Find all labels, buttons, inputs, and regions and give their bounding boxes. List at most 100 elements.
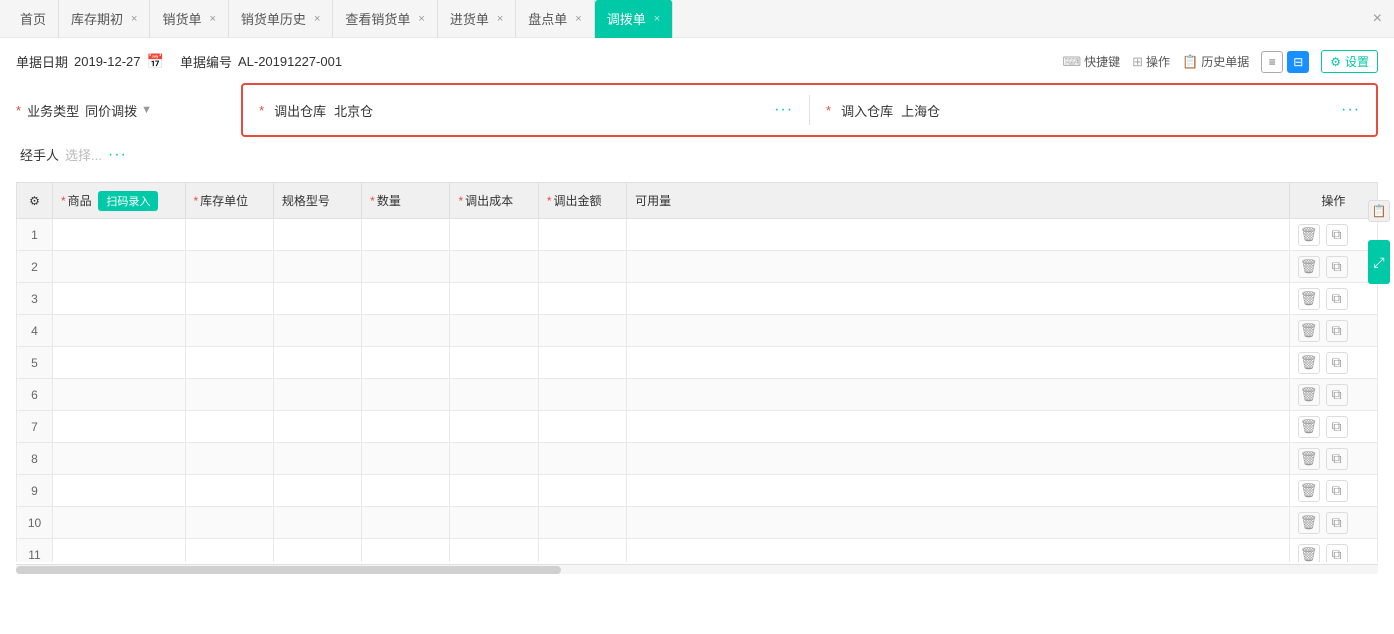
cost-cell[interactable] bbox=[450, 315, 538, 347]
tab-sales-order[interactable]: 销货单 × bbox=[150, 0, 228, 38]
tab-view-sales[interactable]: 查看销货单 × bbox=[333, 0, 437, 38]
qty-cell[interactable] bbox=[362, 283, 450, 315]
list-view-btn[interactable]: ≡ bbox=[1261, 51, 1283, 73]
product-cell[interactable] bbox=[53, 379, 186, 411]
delete-icon[interactable]: 🗑 bbox=[1298, 480, 1320, 502]
qty-cell[interactable] bbox=[362, 443, 450, 475]
spec-cell[interactable] bbox=[273, 315, 361, 347]
amount-cell[interactable] bbox=[538, 315, 626, 347]
copy-icon[interactable]: ⧉ bbox=[1326, 352, 1348, 374]
copy-icon[interactable]: ⧉ bbox=[1326, 544, 1348, 563]
product-cell[interactable] bbox=[53, 315, 186, 347]
delete-icon[interactable]: 🗑 bbox=[1298, 352, 1320, 374]
unit-cell[interactable] bbox=[185, 379, 273, 411]
unit-cell[interactable] bbox=[185, 443, 273, 475]
delete-icon[interactable]: 🗑 bbox=[1298, 544, 1320, 563]
amount-cell[interactable] bbox=[538, 443, 626, 475]
date-value[interactable]: 2019-12-27 bbox=[74, 54, 141, 69]
spec-cell[interactable] bbox=[273, 411, 361, 443]
qty-cell[interactable] bbox=[362, 507, 450, 539]
qty-cell[interactable] bbox=[362, 539, 450, 563]
in-warehouse-value[interactable]: 上海仓 bbox=[901, 101, 940, 120]
spec-cell[interactable] bbox=[273, 507, 361, 539]
tab-stocktake[interactable]: 盘点单 × bbox=[516, 0, 594, 38]
spec-cell[interactable] bbox=[273, 475, 361, 507]
copy-icon[interactable]: ⧉ bbox=[1326, 384, 1348, 406]
cost-cell[interactable] bbox=[450, 507, 538, 539]
close-inventory-init[interactable]: × bbox=[131, 13, 137, 25]
cost-cell[interactable] bbox=[450, 283, 538, 315]
out-warehouse-more[interactable]: ··· bbox=[774, 101, 793, 119]
delete-icon[interactable]: 🗑 bbox=[1298, 448, 1320, 470]
amount-cell[interactable] bbox=[538, 219, 626, 251]
handler-more[interactable]: ··· bbox=[108, 146, 127, 164]
copy-icon[interactable]: ⧉ bbox=[1326, 320, 1348, 342]
qty-cell[interactable] bbox=[362, 347, 450, 379]
in-warehouse-more[interactable]: ··· bbox=[1341, 101, 1360, 119]
qty-cell[interactable] bbox=[362, 411, 450, 443]
handler-select[interactable]: 选择... bbox=[65, 145, 102, 164]
qty-cell[interactable] bbox=[362, 379, 450, 411]
cost-cell[interactable] bbox=[450, 219, 538, 251]
close-view-sales[interactable]: × bbox=[418, 13, 424, 25]
delete-icon[interactable]: 🗑 bbox=[1298, 416, 1320, 438]
cost-cell[interactable] bbox=[450, 347, 538, 379]
grid-view-btn[interactable]: ⊟ bbox=[1287, 51, 1309, 73]
delete-icon[interactable]: 🗑 bbox=[1298, 224, 1320, 246]
business-type-select[interactable]: 同价调拨 ▼ bbox=[85, 101, 225, 120]
cost-cell[interactable] bbox=[450, 475, 538, 507]
product-cell[interactable] bbox=[53, 347, 186, 379]
copy-icon[interactable]: ⧉ bbox=[1326, 512, 1348, 534]
horizontal-scrollbar[interactable] bbox=[16, 564, 1378, 574]
close-purchase-order[interactable]: × bbox=[497, 13, 503, 25]
amount-cell[interactable] bbox=[538, 507, 626, 539]
delete-icon[interactable]: 🗑 bbox=[1298, 512, 1320, 534]
settings-button[interactable]: ⚙ 设置 bbox=[1321, 50, 1378, 73]
spec-cell[interactable] bbox=[273, 379, 361, 411]
tab-home[interactable]: 首页 bbox=[8, 0, 59, 38]
qty-cell[interactable] bbox=[362, 475, 450, 507]
tab-sales-history[interactable]: 销货单历史 × bbox=[229, 0, 333, 38]
settings-col-header[interactable]: ⚙ bbox=[17, 183, 53, 219]
calendar-icon[interactable]: 📅 bbox=[147, 53, 164, 70]
amount-cell[interactable] bbox=[538, 539, 626, 563]
delete-icon[interactable]: 🗑 bbox=[1298, 320, 1320, 342]
amount-cell[interactable] bbox=[538, 411, 626, 443]
close-transfer[interactable]: × bbox=[654, 13, 660, 25]
unit-cell[interactable] bbox=[185, 283, 273, 315]
spec-cell[interactable] bbox=[273, 443, 361, 475]
product-cell[interactable] bbox=[53, 283, 186, 315]
product-cell[interactable] bbox=[53, 507, 186, 539]
shortcut-btn[interactable]: ⌨ 快捷键 bbox=[1062, 53, 1120, 70]
product-cell[interactable] bbox=[53, 219, 186, 251]
unit-cell[interactable] bbox=[185, 507, 273, 539]
unit-cell[interactable] bbox=[185, 475, 273, 507]
close-sales-history[interactable]: × bbox=[314, 13, 320, 25]
amount-cell[interactable] bbox=[538, 379, 626, 411]
qty-cell[interactable] bbox=[362, 219, 450, 251]
cost-cell[interactable] bbox=[450, 411, 538, 443]
spec-cell[interactable] bbox=[273, 283, 361, 315]
tab-transfer[interactable]: 调拨单 × bbox=[595, 0, 673, 38]
unit-cell[interactable] bbox=[185, 539, 273, 563]
unit-cell[interactable] bbox=[185, 251, 273, 283]
copy-icon[interactable]: ⧉ bbox=[1326, 448, 1348, 470]
delete-icon[interactable]: 🗑 bbox=[1298, 288, 1320, 310]
tab-inventory-init[interactable]: 库存期初 × bbox=[59, 0, 150, 38]
cost-cell[interactable] bbox=[450, 379, 538, 411]
product-cell[interactable] bbox=[53, 411, 186, 443]
copy-icon[interactable]: ⧉ bbox=[1326, 480, 1348, 502]
expand-btn[interactable]: ⤢ bbox=[1368, 240, 1390, 284]
unit-cell[interactable] bbox=[185, 219, 273, 251]
product-cell[interactable] bbox=[53, 475, 186, 507]
spec-cell[interactable] bbox=[273, 347, 361, 379]
close-all-tabs[interactable]: × bbox=[1373, 10, 1382, 28]
delete-icon[interactable]: 🗑 bbox=[1298, 384, 1320, 406]
spec-cell[interactable] bbox=[273, 539, 361, 563]
amount-cell[interactable] bbox=[538, 475, 626, 507]
product-cell[interactable] bbox=[53, 539, 186, 563]
unit-cell[interactable] bbox=[185, 411, 273, 443]
spec-cell[interactable] bbox=[273, 251, 361, 283]
amount-cell[interactable] bbox=[538, 347, 626, 379]
history-btn[interactable]: 📋 历史单据 bbox=[1182, 53, 1249, 70]
